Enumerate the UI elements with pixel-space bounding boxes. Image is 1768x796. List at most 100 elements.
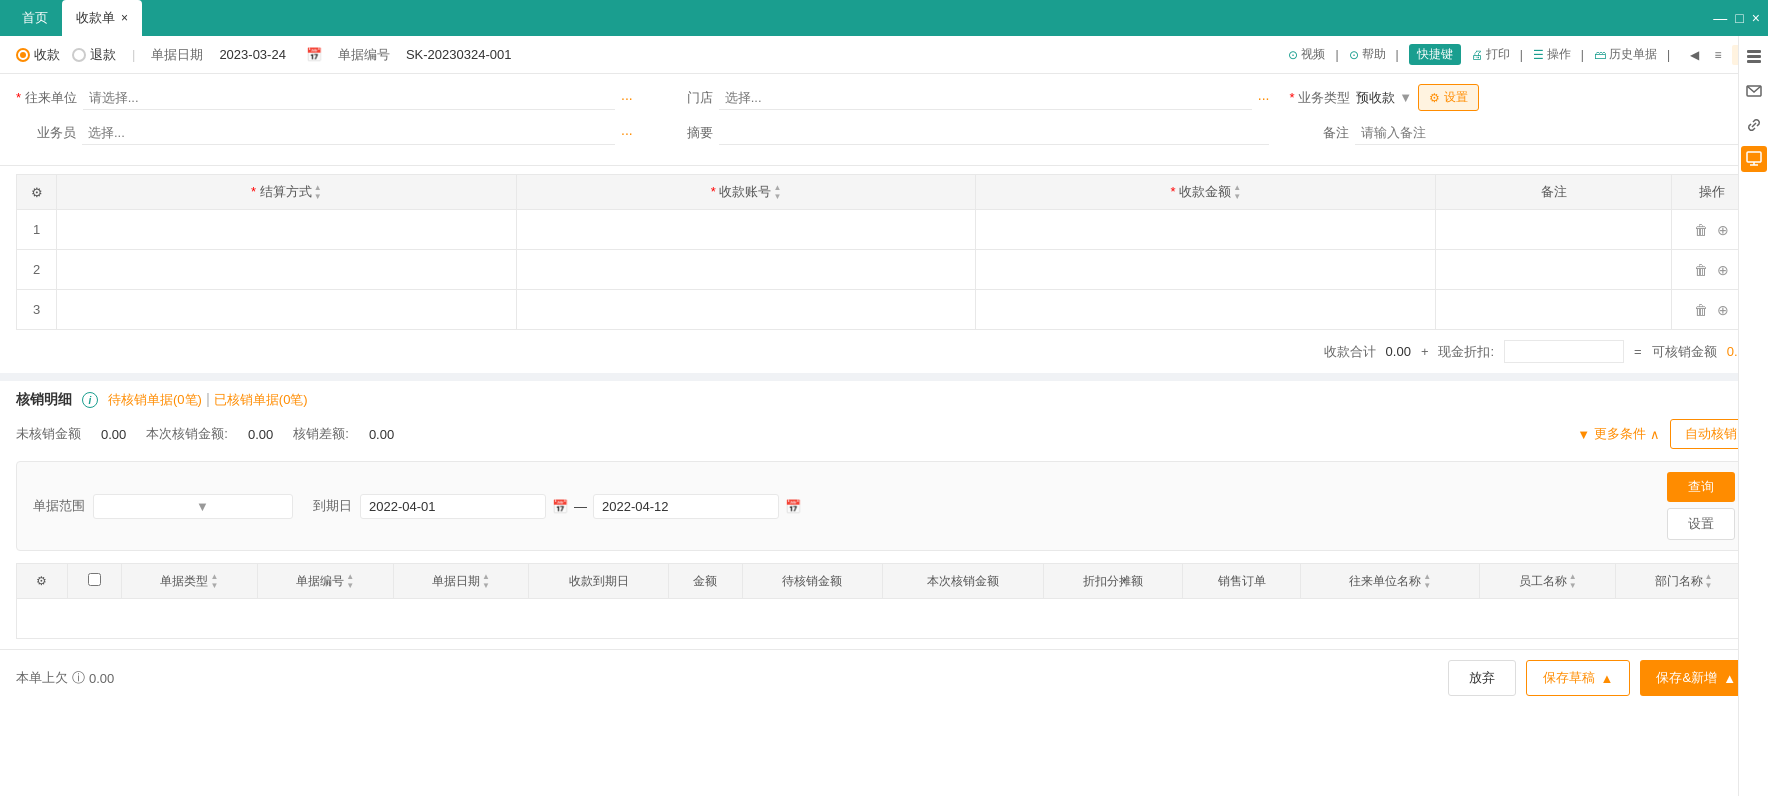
staff-more-icon[interactable]: ··· [621, 125, 633, 141]
row-copy-icon-2[interactable]: ⊕ [1717, 262, 1729, 278]
verification-info-icon[interactable]: i [82, 392, 98, 408]
biz-type-select[interactable]: 预收款 ▼ [1356, 89, 1412, 107]
filter-icon: ▼ [1577, 427, 1590, 442]
staff-input[interactable] [82, 121, 615, 145]
th-settle-sort[interactable]: ▲▼ [314, 183, 322, 201]
row-settle-1[interactable] [57, 210, 517, 250]
layout-btn-prev[interactable]: ◀ [1684, 45, 1704, 65]
col-dept-sort[interactable]: ▲▼ [1705, 572, 1713, 590]
query-button[interactable]: 查询 [1667, 472, 1735, 502]
col-partner-sort[interactable]: ▲▼ [1423, 572, 1431, 590]
toolbar-right: ⊙ 视频 | ⊙ 帮助 | 快捷键 🖨 打印 | ☰ 操作 | � [1288, 44, 1752, 65]
row-account-2[interactable] [516, 250, 976, 290]
row-settle-2[interactable] [57, 250, 517, 290]
shortcut-action[interactable]: 快捷键 [1409, 44, 1461, 65]
footer-info-icon[interactable]: ⓘ [72, 669, 85, 687]
row-settle-3[interactable] [57, 290, 517, 330]
row-amount-3[interactable] [976, 290, 1436, 330]
layout-btn-list[interactable]: ≡ [1708, 45, 1728, 65]
radio-tuikuan[interactable]: 退款 [72, 46, 116, 64]
filter-range-select[interactable]: ▼ [93, 494, 293, 519]
window-minimize-icon[interactable]: — [1713, 10, 1727, 26]
th-account-sort[interactable]: ▲▼ [773, 183, 781, 201]
save-new-label: 保存&新增 [1656, 669, 1717, 687]
print-action[interactable]: 🖨 打印 [1471, 46, 1510, 63]
select-all-checkbox[interactable] [88, 573, 101, 586]
th-remark: 备注 [1436, 175, 1672, 210]
partner-label: 往来单位 [16, 89, 77, 107]
partner-field: 往来单位 ··· [16, 86, 633, 110]
history-action[interactable]: 🗃 历史单据 [1594, 46, 1657, 63]
discount-input[interactable] [1504, 340, 1624, 363]
remark-input[interactable] [1355, 121, 1752, 145]
radio-shoukuan[interactable]: 收款 [16, 46, 60, 64]
date-to-input[interactable] [593, 494, 779, 519]
row-account-1[interactable] [516, 210, 976, 250]
row-copy-icon-1[interactable]: ⊕ [1717, 222, 1729, 238]
help-action[interactable]: ⊙ 帮助 [1349, 46, 1386, 63]
tab-receipt[interactable]: 收款单 × [62, 0, 142, 36]
summary-input[interactable] [719, 121, 1270, 145]
done-tab[interactable]: 已核销单据(0笔) [214, 391, 308, 409]
window-close-icon[interactable]: × [1752, 10, 1760, 26]
save-draft-button[interactable]: 保存草稿 ▲ [1526, 660, 1631, 696]
partner-input[interactable] [83, 86, 615, 110]
gear-col-icon[interactable]: ⚙ [31, 185, 43, 200]
section-title-row: 核销明细 i 待核销单据(0笔) | 已核销单据(0笔) [16, 391, 1752, 409]
verification-tab-links: 待核销单据(0笔) | 已核销单据(0笔) [108, 391, 308, 409]
setting-button[interactable]: 设置 [1667, 508, 1735, 540]
date-range-dash: — [574, 499, 587, 514]
row-copy-icon-3[interactable]: ⊕ [1717, 302, 1729, 318]
shortcut-btn[interactable]: 快捷键 [1409, 44, 1461, 65]
tab-link-divider: | [206, 391, 210, 409]
remark-field: 备注 [1289, 121, 1752, 145]
save-new-button[interactable]: 保存&新增 ▲ [1640, 660, 1752, 696]
row-remark-2[interactable] [1436, 250, 1672, 290]
partner-more-icon[interactable]: ··· [621, 90, 633, 106]
more-conditions-btn[interactable]: ▼ 更多条件 ∧ [1577, 425, 1660, 443]
bth-gear[interactable]: ⚙ [17, 564, 68, 599]
svg-rect-4 [1747, 152, 1761, 162]
col-doc-num-sort[interactable]: ▲▼ [346, 572, 354, 590]
toolbar-sep5: | [1667, 48, 1670, 62]
summary-row: 收款合计 0.00 + 现金折扣: = 可核销金额 0.00 [0, 330, 1768, 373]
row-delete-icon-3[interactable]: 🗑 [1694, 302, 1708, 318]
biz-type-arrow[interactable]: ▼ [1399, 90, 1412, 105]
row-amount-1[interactable] [976, 210, 1436, 250]
row-account-3[interactable] [516, 290, 976, 330]
sidebar-mail-icon[interactable] [1741, 78, 1767, 104]
abandon-button[interactable]: 放弃 [1448, 660, 1516, 696]
bth-checkbox[interactable] [67, 564, 121, 599]
row-delete-icon-2[interactable]: 🗑 [1694, 262, 1708, 278]
col-doc-type-label: 单据类型 [160, 573, 208, 590]
store-input[interactable] [719, 86, 1252, 110]
date-from-cal-icon[interactable]: 📅 [552, 499, 568, 514]
row-remark-1[interactable] [1436, 210, 1672, 250]
sidebar-screen-icon[interactable] [1741, 146, 1767, 172]
video-icon: ⊙ [1288, 48, 1298, 62]
pending-tab[interactable]: 待核销单据(0笔) [108, 391, 202, 409]
tab-close-icon[interactable]: × [121, 11, 128, 25]
right-sidebar [1738, 36, 1768, 796]
settings-button[interactable]: ⚙ 设置 [1418, 84, 1479, 111]
stats-right: ▼ 更多条件 ∧ 自动核销 [1577, 419, 1752, 449]
operation-action[interactable]: ☰ 操作 [1533, 46, 1571, 63]
th-gear[interactable]: ⚙ [17, 175, 57, 210]
th-amount-sort[interactable]: ▲▼ [1233, 183, 1241, 201]
calendar-icon[interactable]: 📅 [306, 47, 322, 62]
window-maximize-icon[interactable]: □ [1735, 10, 1743, 26]
sidebar-link-icon[interactable] [1741, 112, 1767, 138]
date-from-input[interactable] [360, 494, 546, 519]
video-action[interactable]: ⊙ 视频 [1288, 46, 1325, 63]
row-remark-3[interactable] [1436, 290, 1672, 330]
col-doc-date-sort[interactable]: ▲▼ [482, 572, 490, 590]
store-more-icon[interactable]: ··· [1258, 90, 1270, 106]
sidebar-table-icon[interactable] [1741, 44, 1767, 70]
tab-home[interactable]: 首页 [8, 0, 62, 36]
row-amount-2[interactable] [976, 250, 1436, 290]
col-staff-label: 员工名称 [1519, 573, 1567, 590]
date-to-cal-icon[interactable]: 📅 [785, 499, 801, 514]
row-delete-icon-1[interactable]: 🗑 [1694, 222, 1708, 238]
col-doc-type-sort[interactable]: ▲▼ [210, 572, 218, 590]
col-staff-sort[interactable]: ▲▼ [1569, 572, 1577, 590]
